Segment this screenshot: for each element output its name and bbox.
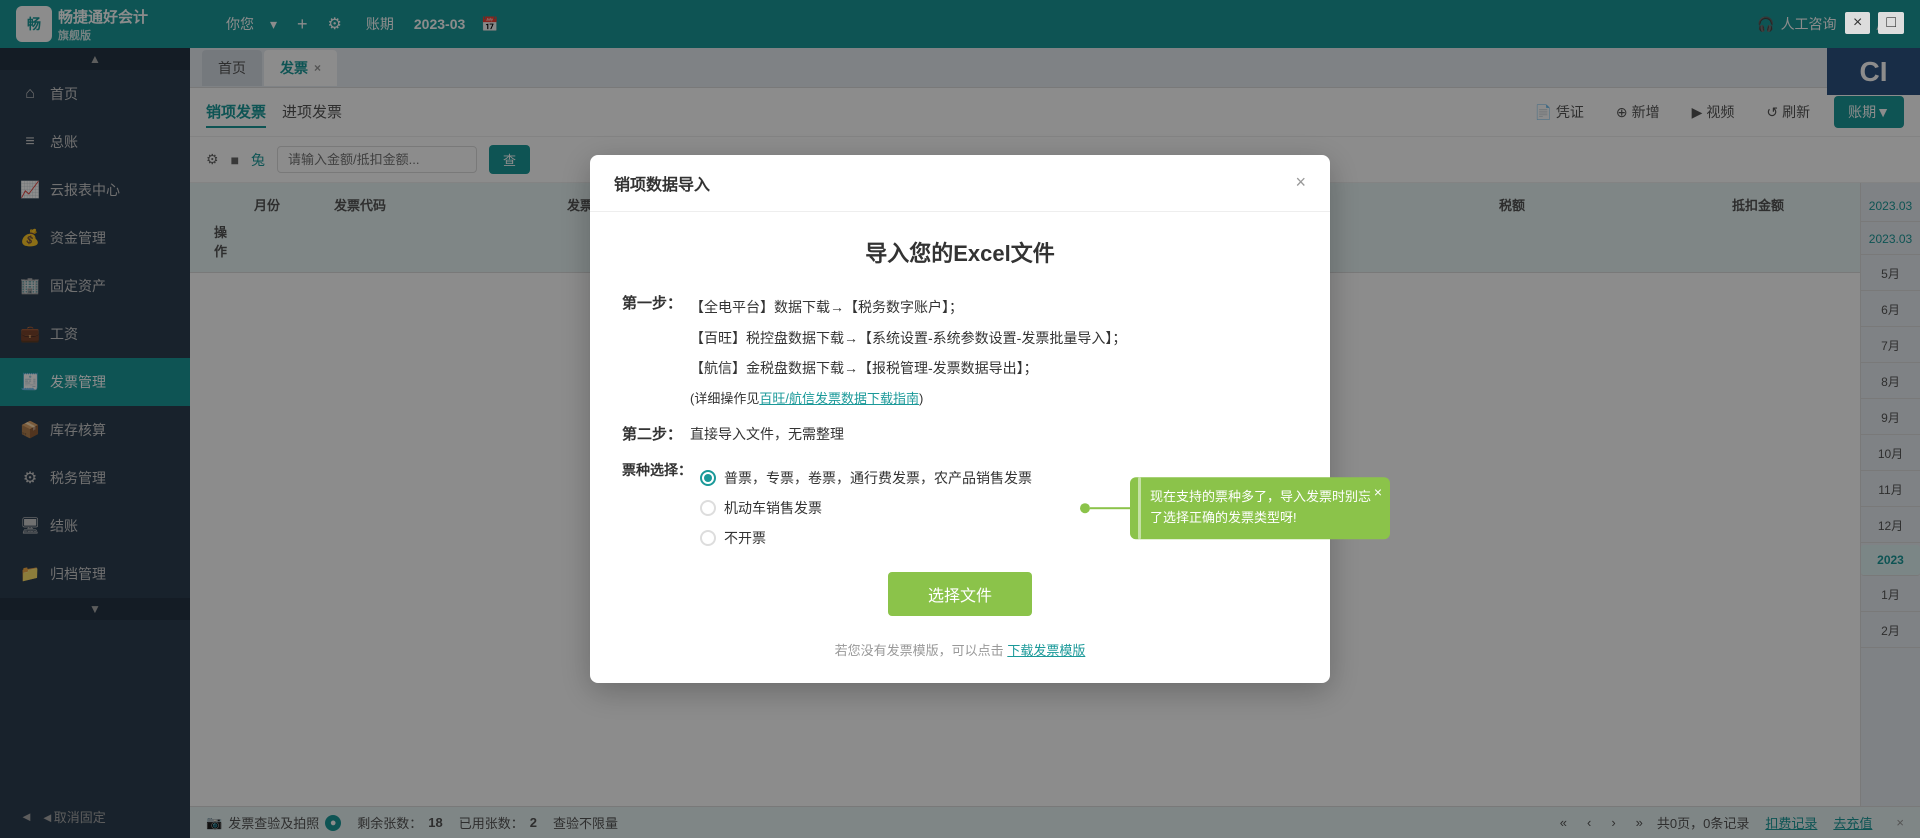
import-modal: 销项数据导入 × 导入您的Excel文件 第一步： 【全电平台】数据下载→【税务…	[590, 155, 1330, 683]
close-window-button[interactable]: ×	[1845, 12, 1870, 34]
tooltip-container: 现在支持的票种多了，导入发票时别忘了选择正确的发票类型呀! ×	[1080, 477, 1390, 539]
step2-content: 直接导入文件，无需整理	[690, 424, 844, 444]
ticket-option-normal[interactable]: 普票，专票，卷票，通行费发票，农产品销售发票	[700, 468, 1032, 488]
modal-title: 销项数据导入	[614, 171, 710, 195]
step1-line3: 【航信】金税盘数据下载→【报税管理-发票数据导出】；	[690, 353, 1126, 384]
select-file-button[interactable]: 选择文件	[888, 572, 1032, 616]
tooltip-text: 现在支持的票种多了，导入发票时别忘了选择正确的发票类型呀!	[1144, 487, 1376, 529]
radio-motor[interactable]	[700, 500, 716, 516]
download-template-link[interactable]: 下载发票模版	[1007, 643, 1085, 658]
ticket-selection-row: 票种选择： 普票，专票，卷票，通行费发票，农产品销售发票 机动车销售发票	[622, 460, 1298, 548]
radio-none[interactable]	[700, 530, 716, 546]
maximize-window-button[interactable]: □	[1878, 12, 1904, 34]
step1-line1: 【全电平台】数据下载→【税务数字账户】；	[690, 292, 1126, 323]
step1-label: 第一步：	[622, 292, 682, 313]
window-controls: × □	[1829, 0, 1920, 46]
modal-close-button[interactable]: ×	[1295, 172, 1306, 193]
radio-normal[interactable]	[700, 470, 716, 486]
ticket-label: 票种选择：	[622, 460, 692, 480]
tooltip-bar	[1138, 477, 1141, 539]
modal-body: 导入您的Excel文件 第一步： 【全电平台】数据下载→【税务数字账户】； 【百…	[590, 212, 1330, 683]
modal-main-title: 导入您的Excel文件	[622, 236, 1298, 268]
tooltip-line	[1090, 507, 1130, 509]
modal-header: 销项数据导入 ×	[590, 155, 1330, 212]
step2-row: 第二步： 直接导入文件，无需整理	[622, 423, 1298, 444]
ticket-options: 普票，专票，卷票，通行费发票，农产品销售发票 机动车销售发票 现在支持的票种	[700, 468, 1032, 548]
step2-label: 第二步：	[622, 423, 682, 444]
tooltip-close-button[interactable]: ×	[1374, 481, 1382, 503]
step1-line2: 【百旺】税控盘数据下载→【系统设置-系统参数设置-发票批量导入】；	[690, 323, 1126, 354]
ticket-option-motor[interactable]: 机动车销售发票 现在支持的票种多了，导入发票时别忘了选择正确的发票类型呀! ×	[700, 498, 1032, 518]
ticket-option-none[interactable]: 不开票	[700, 528, 1032, 548]
step1-note: (详细操作见百旺/航信发票数据下载指南)	[690, 388, 1126, 407]
tooltip-dot	[1080, 503, 1090, 513]
step1-row: 第一步： 【全电平台】数据下载→【税务数字账户】； 【百旺】税控盘数据下载→【系…	[622, 292, 1298, 407]
modal-overlay[interactable]: 销项数据导入 × 导入您的Excel文件 第一步： 【全电平台】数据下载→【税务…	[0, 0, 1920, 838]
modal-footer-note: 若您没有发票模版，可以点击 下载发票模版	[622, 640, 1298, 659]
tooltip-balloon: 现在支持的票种多了，导入发票时别忘了选择正确的发票类型呀! ×	[1130, 477, 1390, 539]
step1-link[interactable]: 百旺/航信发票数据下载指南	[759, 391, 919, 406]
